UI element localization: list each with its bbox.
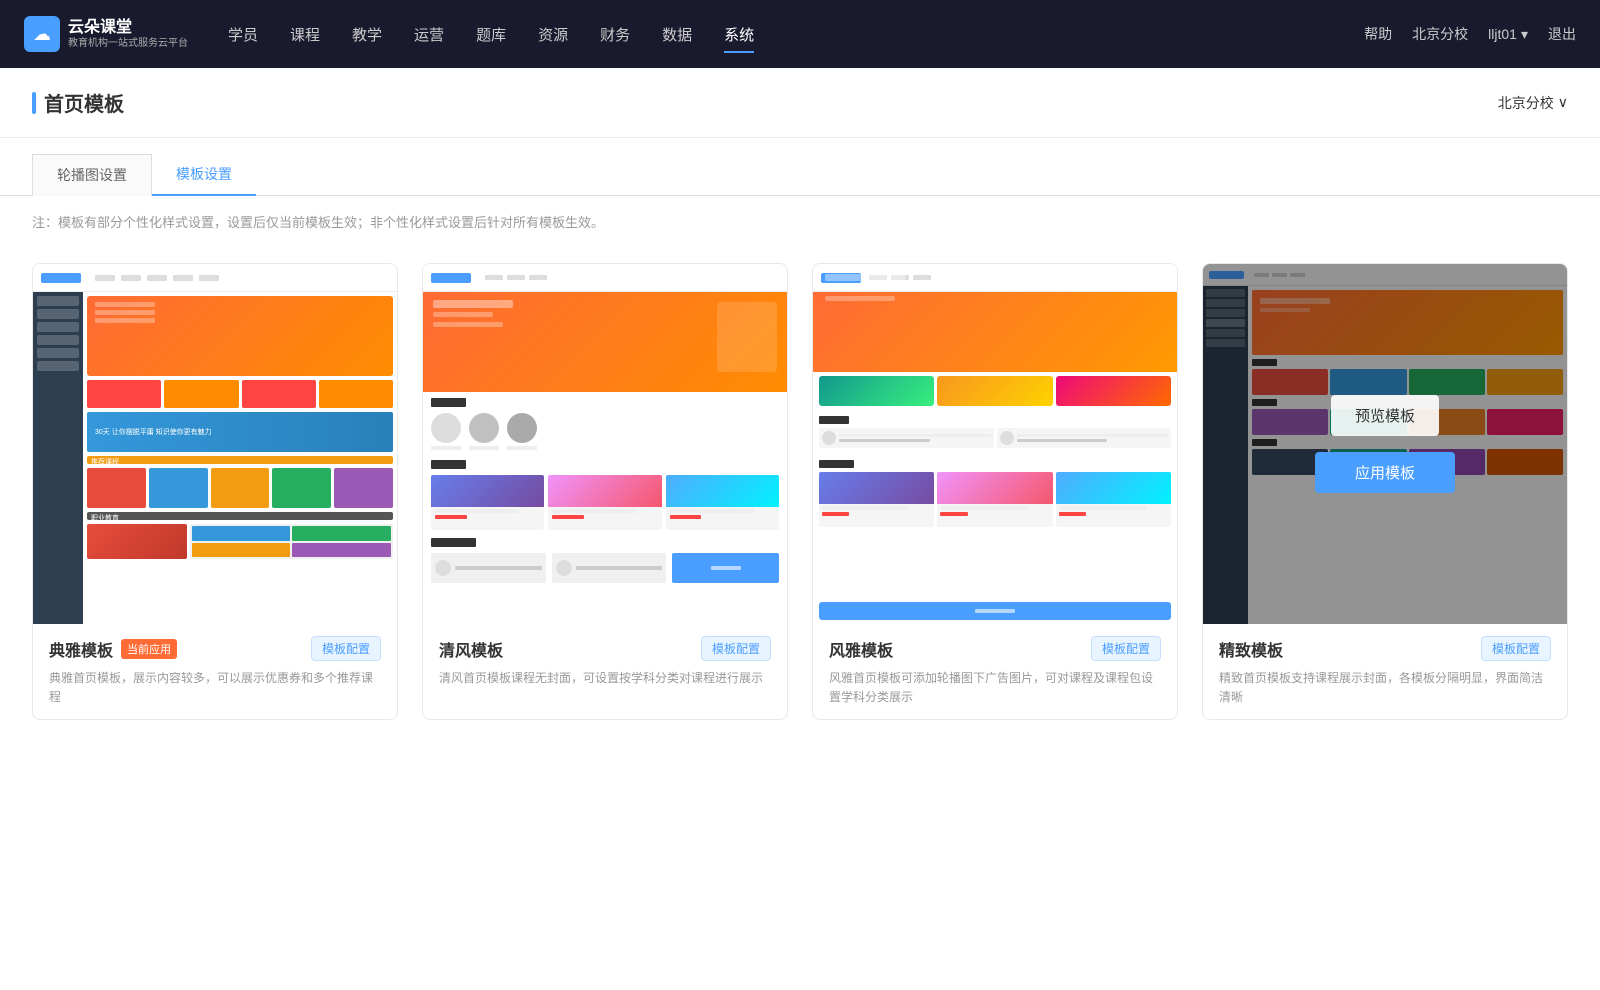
branch-selector[interactable]: 北京分校 ∨ [1498, 93, 1568, 113]
template-desc-2: 清风首页模板课程无封面，可设置按学科分类对课程进行展示 [439, 669, 771, 688]
t1-courses [87, 468, 393, 508]
t1-nav [95, 275, 219, 281]
nav-item-students[interactable]: 学员 [228, 20, 258, 49]
nav-item-courses[interactable]: 课程 [290, 20, 320, 49]
template-desc-1: 典雅首页模板，展示内容较多，可以展示优惠券和多个推荐课程 [49, 669, 381, 707]
t2-lecturers [423, 534, 787, 587]
template-footer-1: 典雅模板 当前应用 模板配置 典雅首页模板，展示内容较多，可以展示优惠券和多个推… [33, 624, 397, 719]
nav-item-teaching[interactable]: 教学 [352, 20, 382, 49]
navigation: ☁ 云朵课堂 教育机构一站式服务云平台 学员 课程 教学 运营 题库 资源 财务… [0, 0, 1600, 68]
preview-template-btn[interactable]: 预览模板 [1331, 395, 1439, 436]
template-desc-4: 精致首页模板支持课程展示封面，各模板分隔明显，界面简洁清晰 [1219, 669, 1551, 707]
template-footer-4: 精致模板 模板配置 精致首页模板支持课程展示封面，各模板分隔明显，界面简洁清晰 [1203, 624, 1567, 719]
nav-help[interactable]: 帮助 [1364, 24, 1392, 44]
t1-banner [87, 296, 393, 376]
template-footer-2: 清风模板 模板配置 清风首页模板课程无封面，可设置按学科分类对课程进行展示 [423, 624, 787, 700]
t2-courses-section [423, 456, 787, 534]
t2-section-label [423, 392, 787, 456]
template-preview-1[interactable]: 30天 让你摆脱平庸 知识使你更有魅力 推荐课程 职业教育 [33, 264, 397, 624]
branch-name: 北京分校 [1498, 93, 1554, 113]
template-title-row-4: 精致模板 模板配置 [1219, 636, 1551, 661]
t2-banner [423, 292, 787, 392]
t3-banner [813, 292, 1177, 372]
template-preview-4[interactable]: 预览模板 应用模板 [1203, 264, 1567, 624]
nav-left: ☁ 云朵课堂 教育机构一站式服务云平台 学员 课程 教学 运营 题库 资源 财务… [24, 16, 754, 52]
page-title: 首页模板 [32, 88, 124, 117]
template-footer-3: 风雅模板 模板配置 风雅首页模板可添加轮播图下广告图片，可对课程及课程包设置学科… [813, 624, 1177, 719]
nav-menu: 学员 课程 教学 运营 题库 资源 财务 数据 系统 [228, 20, 754, 49]
nav-branch[interactable]: 北京分校 [1412, 24, 1468, 44]
template-sim-1: 30天 让你摆脱平庸 知识使你更有魅力 推荐课程 职业教育 [33, 264, 397, 624]
note-text: 注：模板有部分个性化样式设置，设置后仅当前模板生效；非个性化样式设置后针对所有模… [0, 196, 1600, 247]
template-name-2: 清风模板 [439, 637, 503, 661]
tabs-bar: 轮播图设置 模板设置 [0, 154, 1600, 196]
t2-header [423, 264, 787, 292]
t1-header [33, 264, 397, 292]
logo-main: 云朵课堂 [68, 18, 188, 37]
template-preview-3[interactable] [813, 264, 1177, 624]
branch-arrow: ∨ [1558, 94, 1568, 111]
nav-logout[interactable]: 退出 [1548, 24, 1576, 44]
tab-carousel[interactable]: 轮播图设置 [32, 154, 152, 196]
template-card-1: 30天 让你摆脱平庸 知识使你更有魅力 推荐课程 职业教育 [32, 263, 398, 720]
template-title-row-2: 清风模板 模板配置 [439, 636, 771, 661]
template-config-btn-2[interactable]: 模板配置 [701, 636, 771, 661]
logo-text: 云朵课堂 教育机构一站式服务云平台 [68, 18, 188, 49]
nav-item-operations[interactable]: 运营 [414, 20, 444, 49]
nav-item-system[interactable]: 系统 [724, 20, 754, 49]
t1-logo [41, 273, 81, 283]
t1-main: 30天 让你摆脱平庸 知识使你更有魅力 推荐课程 职业教育 [83, 292, 397, 624]
t3-bottom-btn [813, 598, 1177, 624]
template-card-2: 清风模板 模板配置 清风首页模板课程无封面，可设置按学科分类对课程进行展示 [422, 263, 788, 720]
t1-body: 30天 让你摆脱平庸 知识使你更有魅力 推荐课程 职业教育 [33, 292, 397, 624]
t1-sidebar [33, 292, 83, 624]
template-title-row-3: 风雅模板 模板配置 [829, 636, 1161, 661]
template-sim-3 [813, 264, 1177, 624]
template-name-1: 典雅模板 [49, 637, 113, 661]
logo: ☁ 云朵课堂 教育机构一站式服务云平台 [24, 16, 188, 52]
nav-item-data[interactable]: 数据 [662, 20, 692, 49]
t3-public-courses [813, 414, 1177, 458]
nav-item-questions[interactable]: 题库 [476, 20, 506, 49]
template-preview-2[interactable] [423, 264, 787, 624]
logo-sub: 教育机构一站式服务云平台 [68, 38, 188, 50]
nav-item-resources[interactable]: 资源 [538, 20, 568, 49]
nav-item-finance[interactable]: 财务 [600, 20, 630, 49]
templates-grid: 30天 让你摆脱平庸 知识使你更有魅力 推荐课程 职业教育 [0, 247, 1600, 760]
template-name-4: 精致模板 [1219, 637, 1283, 661]
template-config-btn-3[interactable]: 模板配置 [1091, 636, 1161, 661]
template-overlay-4: 预览模板 应用模板 [1203, 264, 1567, 624]
page-content: 首页模板 北京分校 ∨ 轮播图设置 模板设置 注：模板有部分个性化样式设置，设置… [0, 68, 1600, 990]
template-current-badge-1: 当前应用 [121, 639, 177, 659]
nav-user-arrow: ▾ [1521, 26, 1528, 43]
page-header: 首页模板 北京分校 ∨ [0, 68, 1600, 138]
template-config-btn-1[interactable]: 模板配置 [311, 636, 381, 661]
nav-right: 帮助 北京分校 lljt01 ▾ 退出 [1364, 24, 1576, 44]
template-name-3: 风雅模板 [829, 637, 893, 661]
tab-template[interactable]: 模板设置 [152, 154, 256, 196]
logo-icon: ☁ [24, 16, 60, 52]
t1-coupon-row [87, 380, 393, 408]
nav-username: lljt01 [1488, 26, 1517, 42]
t3-promo-cards [813, 372, 1177, 414]
t3-recommend-courses [813, 458, 1177, 529]
t1-promo: 30天 让你摆脱平庸 知识使你更有魅力 [87, 412, 393, 452]
apply-template-btn[interactable]: 应用模板 [1315, 452, 1455, 493]
template-desc-3: 风雅首页模板可添加轮播图下广告图片，可对课程及课程包设置学科分类展示 [829, 669, 1161, 707]
template-card-4: 预览模板 应用模板 精致模板 模板配置 精致首页模板支持课程展示封面，各模板分隔… [1202, 263, 1568, 720]
template-card-3: 风雅模板 模板配置 风雅首页模板可添加轮播图下广告图片，可对课程及课程包设置学科… [812, 263, 1178, 720]
template-sim-2 [423, 264, 787, 624]
template-config-btn-4[interactable]: 模板配置 [1481, 636, 1551, 661]
template-title-row-1: 典雅模板 当前应用 模板配置 [49, 636, 381, 661]
nav-user[interactable]: lljt01 ▾ [1488, 26, 1528, 43]
